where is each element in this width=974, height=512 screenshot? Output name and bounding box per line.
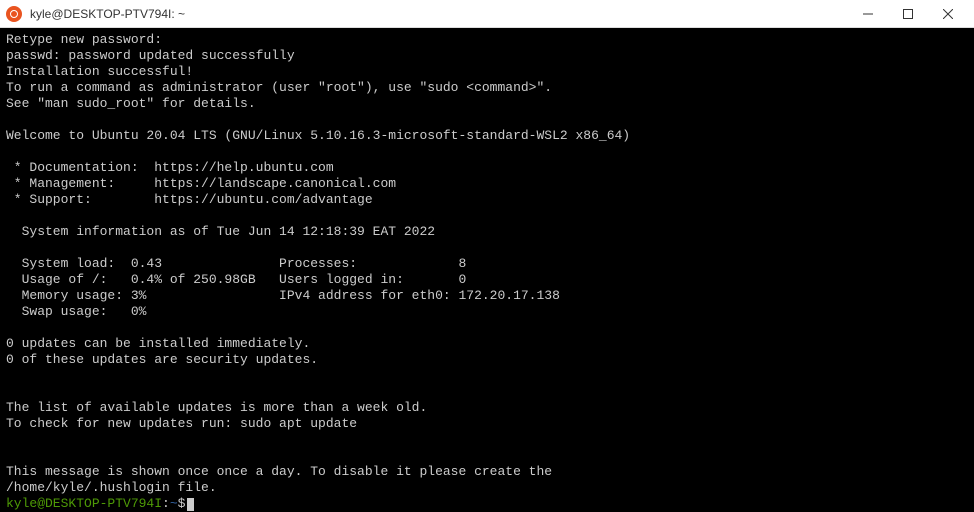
terminal-cursor bbox=[187, 498, 194, 511]
prompt-symbol: $ bbox=[178, 496, 186, 511]
terminal-window: kyle@DESKTOP-PTV794I: ~ Retype new passw… bbox=[0, 0, 974, 512]
prompt-separator: : bbox=[162, 496, 170, 511]
prompt-user-host: kyle@DESKTOP-PTV794I bbox=[6, 496, 162, 511]
close-button[interactable] bbox=[928, 0, 968, 28]
ubuntu-icon bbox=[6, 6, 22, 22]
maximize-button[interactable] bbox=[888, 0, 928, 28]
minimize-button[interactable] bbox=[848, 0, 888, 28]
prompt-path: ~ bbox=[170, 496, 178, 511]
window-controls bbox=[848, 0, 968, 28]
titlebar[interactable]: kyle@DESKTOP-PTV794I: ~ bbox=[0, 0, 974, 28]
terminal-output[interactable]: Retype new password: passwd: password up… bbox=[0, 28, 974, 512]
window-title: kyle@DESKTOP-PTV794I: ~ bbox=[30, 7, 848, 21]
